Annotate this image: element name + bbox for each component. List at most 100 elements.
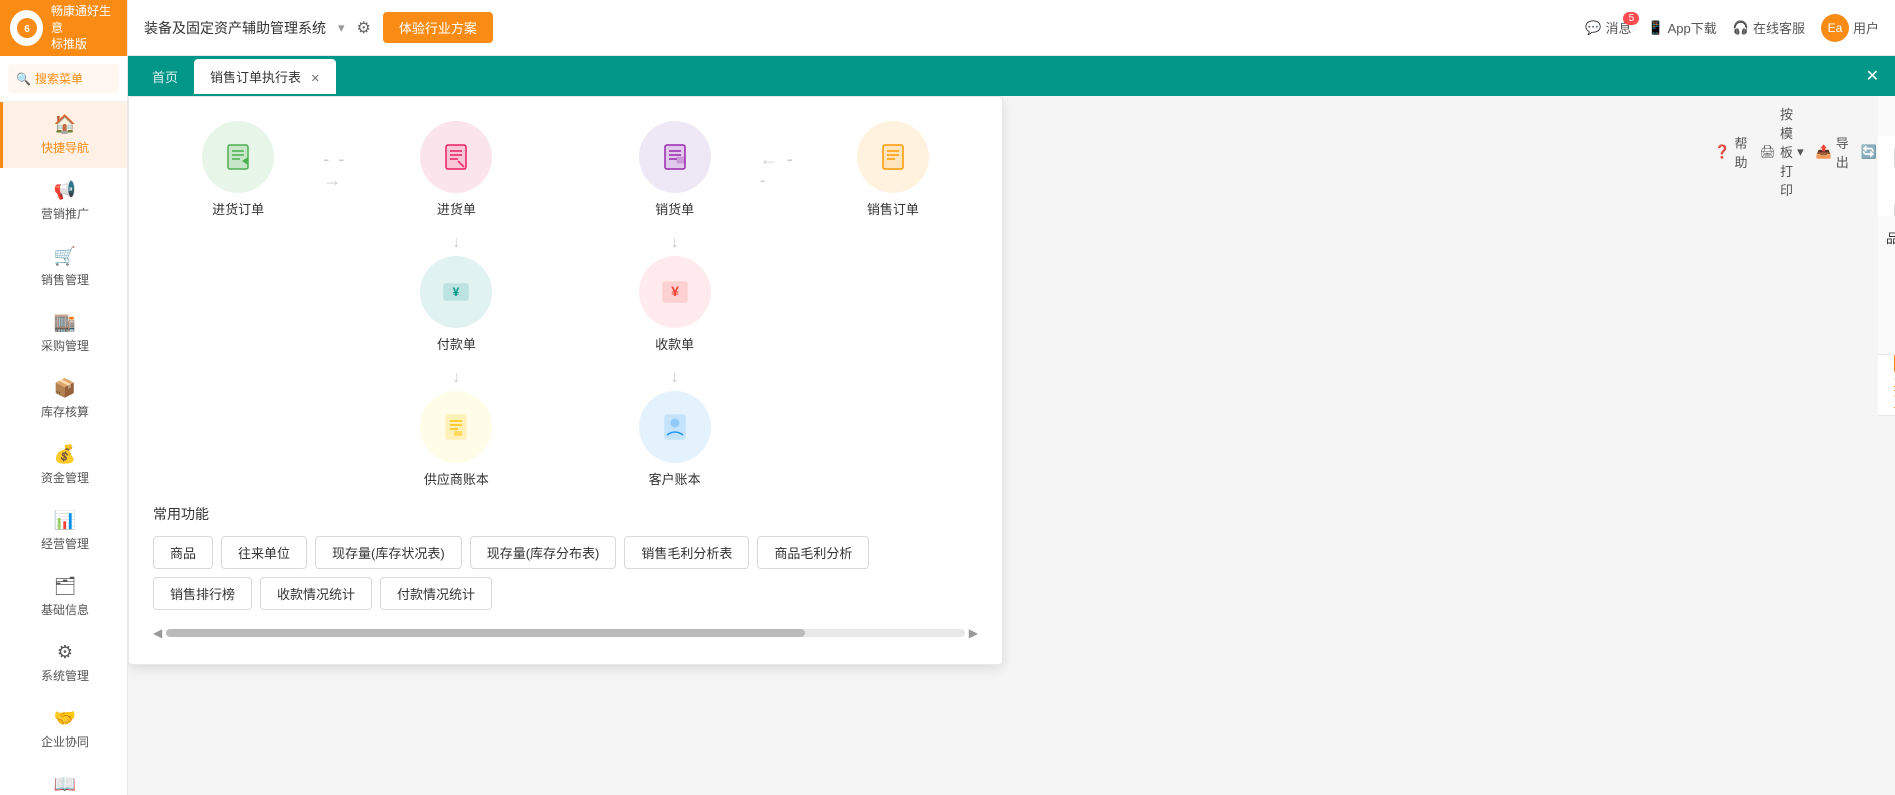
finance-icon: 💰 bbox=[54, 444, 76, 465]
right-panel: ❓ 帮助 🖨 按模板打印 ▾ 📤 导出 🔄 刷新 bbox=[1003, 96, 1895, 795]
sidebar-item-marketing[interactable]: 📢 营销推广 bbox=[0, 168, 127, 234]
sidebar-item-operation[interactable]: 📊 经营管理 bbox=[0, 498, 127, 564]
flow-node-sale-order[interactable]: 销售订单 bbox=[808, 121, 978, 218]
func-btn-goods[interactable]: 商品 bbox=[153, 536, 213, 569]
scroll-right-icon[interactable]: ▶ bbox=[969, 626, 978, 640]
trial-button[interactable]: 体验行业方案 bbox=[383, 12, 493, 43]
flow-node-purchase-bill[interactable]: 进货单 bbox=[371, 121, 541, 218]
flow-row-3: ↓ 供应商账本 bbox=[153, 369, 978, 488]
marketing-icon: 📢 bbox=[54, 180, 76, 201]
arrow-dashed-2: ← - - bbox=[760, 149, 808, 191]
tab-home[interactable]: 首页 bbox=[136, 59, 194, 94]
func-btn-stock-status[interactable]: 现存量(库存状况表) bbox=[315, 536, 462, 569]
function-buttons-row1: 商品 往来单位 现存量(库存状况表) 现存量(库存分布表) 销售毛利分析表 商品… bbox=[153, 536, 978, 569]
scrollbar-thumb[interactable] bbox=[166, 629, 805, 637]
logo-area: 6 畅康通好生意 标推版 bbox=[0, 0, 127, 56]
flow-col-supplier: ↓ 供应商账本 bbox=[371, 369, 541, 488]
purchase-bill-icon bbox=[420, 121, 492, 193]
tab-bar: 首页 销售订单执行表 ✕ ✕ bbox=[128, 56, 1895, 96]
customer-account-icon bbox=[639, 391, 711, 463]
flow-row-2: ↓ ¥ 付款单 bbox=[153, 234, 978, 353]
purchase-order-icon bbox=[202, 121, 274, 193]
message-badge: 5 bbox=[1623, 12, 1639, 25]
arrow-down-payment: ↓ bbox=[452, 234, 460, 252]
common-functions: 常用功能 商品 往来单位 现存量(库存状况表) 现存量(库存分布表) 销售毛利分… bbox=[153, 504, 978, 610]
flow-col-customer: ↓ 客户账本 bbox=[590, 369, 760, 488]
sidebar-item-sales[interactable]: 🛒 销售管理 bbox=[0, 234, 127, 300]
top-header: 装备及固定资产辅助管理系统 ▾ ⚙ 体验行业方案 💬 消息 5 📱 App下载 … bbox=[128, 0, 1895, 56]
tab-sales-order-execution[interactable]: 销售订单执行表 ✕ bbox=[194, 59, 336, 94]
online-service-button[interactable]: 🎧 在线客服 bbox=[1733, 18, 1805, 37]
message-button[interactable]: 💬 消息 5 bbox=[1585, 18, 1631, 37]
sidebar-item-guide[interactable]: 📖 新手引导 bbox=[0, 762, 127, 795]
user-avatar: Ea bbox=[1821, 14, 1849, 42]
flow-node-purchase-order[interactable]: 进货订单 bbox=[153, 121, 323, 218]
flow-node-customer-account[interactable]: 客户账本 bbox=[639, 391, 711, 488]
user-menu[interactable]: Ea 用户 bbox=[1821, 14, 1879, 42]
export-button[interactable]: 📤 导出 bbox=[1816, 133, 1849, 171]
flow-col-payment: ↓ ¥ 付款单 bbox=[371, 234, 541, 353]
gear-icon[interactable]: ⚙ bbox=[357, 18, 371, 38]
table-header: 品 商品 金额 预估毛利 预估毛利率 订金 累计收款金额 收款比例 还差多少天 bbox=[1878, 216, 1895, 355]
common-functions-title: 常用功能 bbox=[153, 504, 978, 524]
func-btn-goods-margin[interactable]: 商品毛利分析 bbox=[757, 536, 869, 569]
func-btn-sales-margin[interactable]: 销售毛利分析表 bbox=[624, 536, 749, 569]
panel-scrollbar: ◀ ▶ bbox=[153, 626, 978, 640]
scroll-left-icon[interactable]: ◀ bbox=[153, 626, 162, 640]
no-data-text: 暂无数据 bbox=[1878, 355, 1895, 511]
flow-node-payment[interactable]: ¥ 付款单 bbox=[420, 256, 492, 353]
app-download-button[interactable]: 📱 App下载 bbox=[1647, 18, 1716, 37]
arrow-down-customer: ↓ bbox=[671, 369, 679, 387]
sale-bill-icon bbox=[639, 121, 711, 193]
search-menu-button[interactable]: 🔍 搜索菜单 bbox=[8, 64, 119, 93]
svg-text:¥: ¥ bbox=[453, 285, 460, 299]
func-btn-stock-dist[interactable]: 现存量(库存分布表) bbox=[470, 536, 617, 569]
flow-col-receipt: ↓ ¥ 收款单 bbox=[590, 234, 760, 353]
arrow-down-receipt: ↓ bbox=[671, 234, 679, 252]
export-icon: 📤 bbox=[1816, 144, 1832, 160]
sale-order-icon bbox=[857, 121, 929, 193]
func-btn-partners[interactable]: 往来单位 bbox=[221, 536, 307, 569]
flow-node-sale-bill[interactable]: 销货单 bbox=[590, 121, 760, 218]
message-icon: 💬 bbox=[1585, 20, 1601, 36]
search-icon: 🔍 bbox=[16, 72, 31, 86]
print-icon: 🖨 bbox=[1760, 144, 1777, 160]
payment-icon: ¥ bbox=[420, 256, 492, 328]
header-right: 💬 消息 5 📱 App下载 🎧 在线客服 Ea 用户 bbox=[1585, 14, 1879, 42]
func-btn-sales-rank[interactable]: 销售排行榜 bbox=[153, 577, 252, 610]
sidebar-item-finance[interactable]: 💰 资金管理 bbox=[0, 432, 127, 498]
tab-close-icon[interactable]: ✕ bbox=[311, 73, 320, 85]
flow-node-receipt[interactable]: ¥ 收款单 bbox=[639, 256, 711, 353]
sidebar-search[interactable]: 🔍 搜索菜单 bbox=[0, 56, 127, 102]
print-dropdown-icon: ▾ bbox=[1797, 144, 1804, 160]
guide-icon: 📖 bbox=[54, 774, 76, 795]
operation-icon: 📊 bbox=[54, 510, 76, 531]
help-icon: ❓ bbox=[1714, 144, 1730, 160]
sidebar-item-basic[interactable]: 🗂 基础信息 bbox=[0, 564, 127, 630]
func-btn-payment-stat[interactable]: 付款情况统计 bbox=[380, 577, 492, 610]
dropdown-arrow-icon[interactable]: ▾ bbox=[338, 20, 345, 36]
sidebar-item-quick-nav[interactable]: 🏠 快捷导航 bbox=[0, 102, 127, 168]
help-button[interactable]: ❓ 帮助 bbox=[1714, 133, 1747, 171]
logo-icon: 6 bbox=[10, 10, 43, 46]
system-title: 装备及固定资产辅助管理系统 bbox=[144, 18, 326, 38]
home-icon: 🏠 bbox=[54, 114, 76, 135]
flow-node-supplier-account[interactable]: 供应商账本 bbox=[420, 391, 492, 488]
sidebar-item-inventory[interactable]: 📦 库存核算 bbox=[0, 366, 127, 432]
sidebar-item-purchase[interactable]: 🏬 采购管理 bbox=[0, 300, 127, 366]
print-button[interactable]: 🖨 按模板打印 ▾ bbox=[1760, 104, 1804, 199]
sales-icon: 🛒 bbox=[54, 246, 76, 267]
tab-bar-close-button[interactable]: ✕ bbox=[1858, 66, 1887, 86]
supplier-account-icon bbox=[420, 391, 492, 463]
receipt-icon: ¥ bbox=[639, 256, 711, 328]
svg-text:¥: ¥ bbox=[671, 283, 679, 299]
func-btn-receipt-stat[interactable]: 收款情况统计 bbox=[260, 577, 372, 610]
scrollbar-track[interactable] bbox=[166, 629, 965, 637]
logo-text: 畅康通好生意 标推版 bbox=[51, 3, 117, 53]
arrow-down-supplier: ↓ bbox=[452, 369, 460, 387]
sidebar-item-enterprise[interactable]: 🤝 企业协同 bbox=[0, 696, 127, 762]
enterprise-icon: 🤝 bbox=[54, 708, 76, 729]
purchase-icon: 🏬 bbox=[54, 312, 76, 333]
sidebar-item-system[interactable]: ⚙ 系统管理 bbox=[0, 630, 127, 696]
inventory-icon: 📦 bbox=[54, 378, 76, 399]
